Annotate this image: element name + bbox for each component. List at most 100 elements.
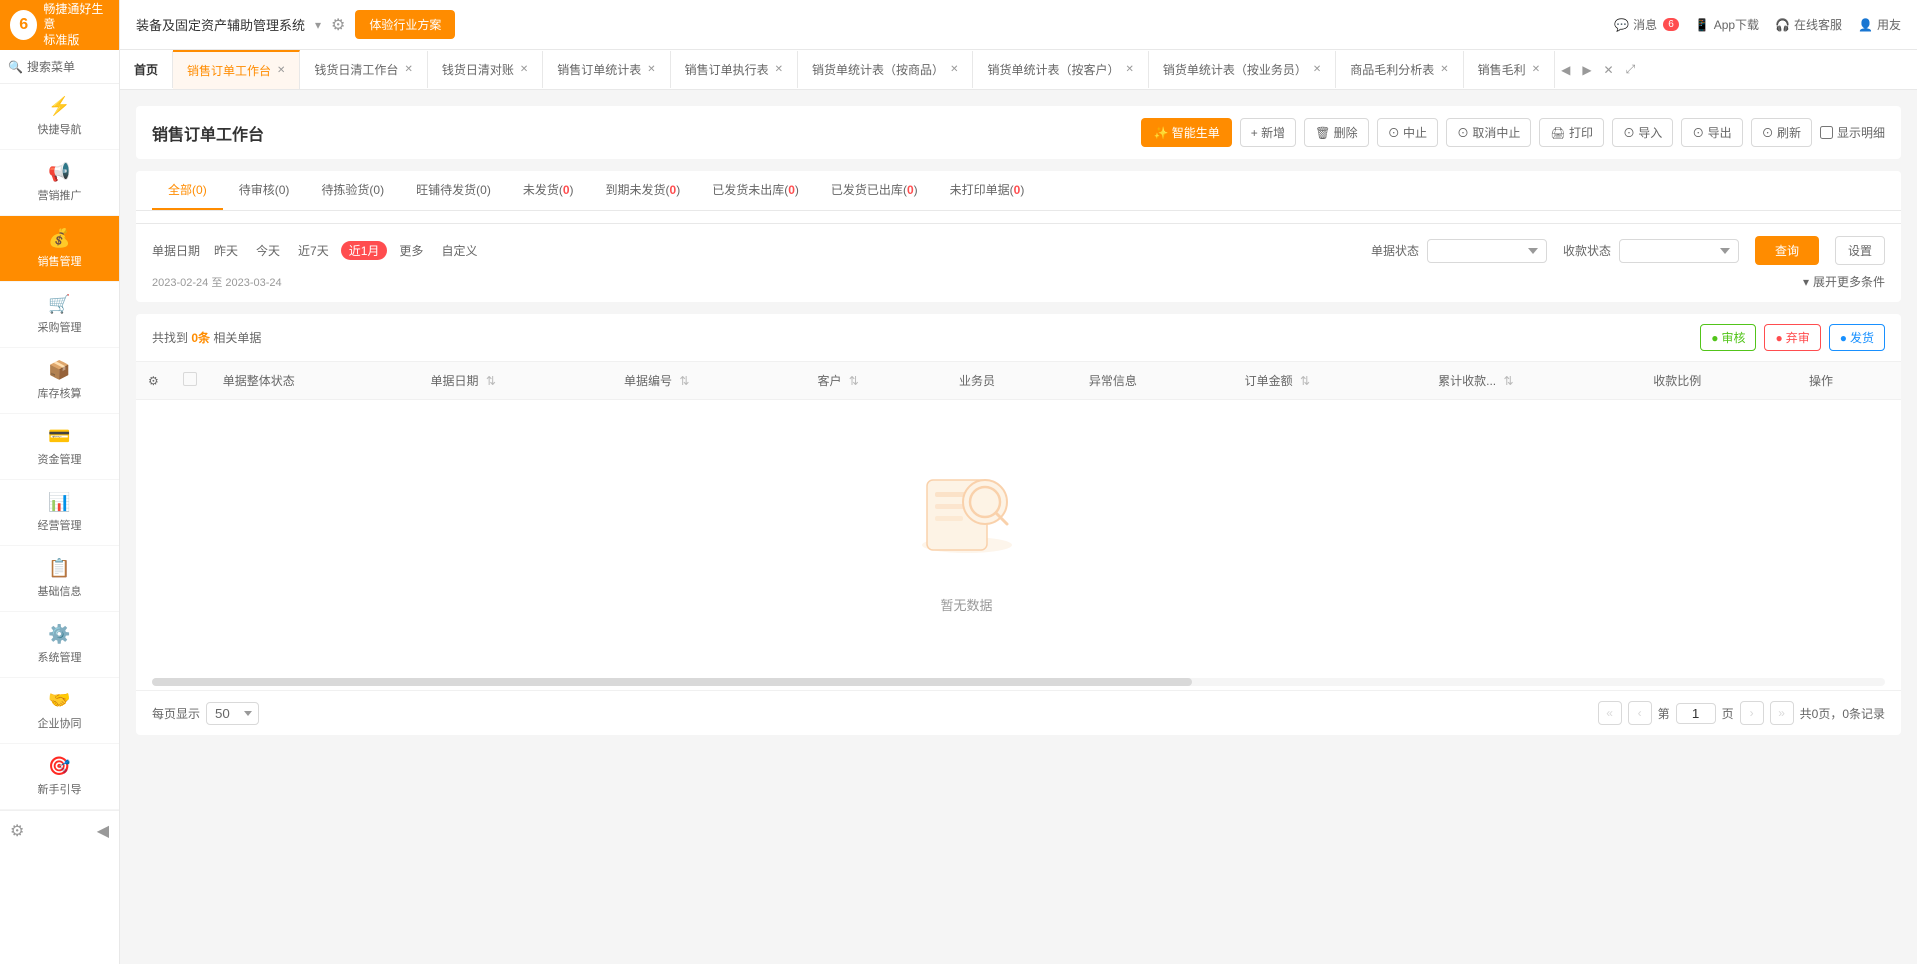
batch-audit-button[interactable]: ● 审核 [1700,324,1756,351]
online-service-item[interactable]: 🎧 在线客服 [1775,16,1842,33]
system-dropdown[interactable]: ▾ [315,18,321,32]
date-opt-custom[interactable]: 自定义 [435,240,483,261]
tab-close-stats-product[interactable]: ✕ [950,64,958,75]
sidebar-search[interactable]: 🔍 搜索菜单 [0,50,119,84]
tab-nav-prev[interactable]: ◀ [1555,55,1576,85]
industry-button[interactable]: 体验行业方案 [355,10,455,39]
smart-generate-button[interactable]: ✨ 智能生单 [1141,118,1231,147]
tab-gross-profit[interactable]: 商品毛利分析表 ✕ [1336,51,1463,88]
sidebar-item-guide[interactable]: 🎯 新手引导 [0,744,119,810]
tab-sales-stats-staff[interactable]: 销货单统计表（按业务员） ✕ [1149,51,1336,88]
print-button[interactable]: 🖨 打印 [1539,118,1604,147]
tab-close-cash-reconcile[interactable]: ✕ [520,64,528,75]
col-collected[interactable]: 累计收款... ⇅ [1426,362,1641,400]
tab-maximize[interactable]: ⤢ [1620,54,1642,85]
col-doc-status[interactable]: 单据整体状态 [211,362,419,400]
tab-nav-next[interactable]: ▶ [1576,55,1597,85]
tab-close-sales-workbench[interactable]: ✕ [277,65,285,76]
sub-tab-all[interactable]: 全部(0) [152,171,223,210]
sidebar-item-marketing[interactable]: 📢 营销推广 [0,150,119,216]
status-select[interactable] [1427,239,1547,263]
sub-tab-not-printed[interactable]: 未打印单据(0) [934,171,1041,210]
tab-cash-reconcile[interactable]: 钱货日清对账 ✕ [428,51,543,88]
tab-close-sales-exec[interactable]: ✕ [775,64,783,75]
col-doc-no[interactable]: 单据编号 ⇅ [612,362,805,400]
col-amount[interactable]: 订单金额 ⇅ [1233,362,1426,400]
col-checkbox[interactable] [171,362,211,400]
tab-close-stats-staff[interactable]: ✕ [1313,64,1321,75]
collapse-icon[interactable]: ◀ [97,821,109,841]
col-customer[interactable]: 客户 ⇅ [805,362,947,400]
prev-page-btn[interactable]: ‹ [1628,701,1652,725]
date-opt-7days[interactable]: 近7天 [292,240,335,261]
col-doc-date[interactable]: 单据日期 ⇅ [419,362,612,400]
date-opt-month[interactable]: 近1月 [341,241,388,260]
page-size-select[interactable]: 10 20 50 100 [206,702,259,725]
tab-close-sales-gross[interactable]: ✕ [1532,64,1540,75]
sidebar-item-enterprise[interactable]: 🤝 企业协同 [0,678,119,744]
export-button[interactable]: ⊙ 导出 [1681,118,1742,147]
scrollbar-thumb[interactable] [152,678,1192,686]
setting-button[interactable]: 设置 [1835,236,1885,265]
import-button[interactable]: ⊙ 导入 [1612,118,1673,147]
sidebar-item-finance[interactable]: 💳 资金管理 [0,414,119,480]
date-opt-today[interactable]: 今天 [250,240,286,261]
expand-conditions[interactable]: ▾ 展开更多条件 [1803,273,1885,290]
tab-sales-gross[interactable]: 销售毛利 ✕ [1464,51,1555,88]
cancel-stop-button[interactable]: ⊙ 取消中止 [1446,118,1531,147]
sub-tab-not-shipped[interactable]: 未发货(0) [507,171,590,210]
tab-close-all[interactable]: ✕ [1598,55,1620,85]
tab-home[interactable]: 首页 [120,51,173,88]
sub-tab-shipped-not-out[interactable]: 已发货未出库(0) [696,171,815,210]
tab-sales-stats-customer[interactable]: 销货单统计表（按客户） ✕ [973,51,1148,88]
show-detail-checkbox[interactable] [1820,126,1833,139]
col-settings[interactable]: ⚙ [136,362,171,400]
select-all-checkbox[interactable] [183,372,197,386]
app-download-item[interactable]: 📱 App下载 [1695,16,1759,33]
show-detail-label[interactable]: 显示明细 [1820,124,1885,141]
settings-icon[interactable]: ⚙ [10,821,24,841]
tab-sales-exec[interactable]: 销售订单执行表 ✕ [671,51,798,88]
date-opt-more[interactable]: 更多 [393,240,429,261]
query-button[interactable]: 查询 [1755,236,1819,265]
tab-close-sales-stats[interactable]: ✕ [647,64,655,75]
user-item[interactable]: 👤 用友 [1858,16,1901,33]
tab-close-gross-profit[interactable]: ✕ [1440,64,1448,75]
refresh-button[interactable]: ⊙ 刷新 [1751,118,1812,147]
sub-tab-expired[interactable]: 到期未发货(0) [590,171,697,210]
tab-cash-daily[interactable]: 钱货日清工作台 ✕ [300,51,427,88]
page-number-input[interactable] [1676,703,1716,724]
message-item[interactable]: 💬 消息 6 [1614,16,1679,33]
fake-scrollbar[interactable] [152,678,1885,686]
next-page-btn[interactable]: › [1740,701,1764,725]
col-payment-ratio[interactable]: 收款比例 [1641,362,1797,400]
col-salesperson[interactable]: 业务员 [947,362,1077,400]
sidebar-item-basic[interactable]: 📋 基础信息 [0,546,119,612]
new-button[interactable]: + 新增 [1240,118,1296,147]
tab-sales-stats[interactable]: 销售订单统计表 ✕ [543,51,670,88]
sidebar-item-inventory[interactable]: 📦 库存核算 [0,348,119,414]
tab-sales-workbench[interactable]: 销售订单工作台 ✕ [173,50,300,89]
sub-tab-shipped-out[interactable]: 已发货已出库(0) [815,171,934,210]
last-page-btn[interactable]: » [1770,701,1794,725]
sub-tab-pending-inspect[interactable]: 待拣验货(0) [305,171,400,210]
sidebar-item-sales[interactable]: 💰 销售管理 [0,216,119,282]
tab-sales-stats-product[interactable]: 销货单统计表（按商品） ✕ [798,51,973,88]
tab-close-stats-customer[interactable]: ✕ [1125,64,1133,75]
sub-tab-wangpu[interactable]: 旺铺待发货(0) [400,171,507,210]
first-page-btn[interactable]: « [1598,701,1622,725]
header-gear-icon[interactable]: ⚙ [331,15,345,35]
col-exception[interactable]: 异常信息 [1077,362,1233,400]
batch-ship-button[interactable]: ● 发货 [1829,324,1885,351]
stop-button[interactable]: ⊙ 中止 [1377,118,1438,147]
tab-close-cash-daily[interactable]: ✕ [404,64,412,75]
sidebar-item-nav[interactable]: ⚡ 快捷导航 [0,84,119,150]
payment-select[interactable] [1619,239,1739,263]
sidebar-item-operations[interactable]: 📊 经营管理 [0,480,119,546]
batch-anti-audit-button[interactable]: ● 弃审 [1764,324,1820,351]
sidebar-item-system[interactable]: ⚙️ 系统管理 [0,612,119,678]
sub-tab-pending-review[interactable]: 待审核(0) [223,171,306,210]
delete-button[interactable]: 🗑 删除 [1304,118,1369,147]
date-opt-yesterday[interactable]: 昨天 [208,240,244,261]
sidebar-item-purchase[interactable]: 🛒 采购管理 [0,282,119,348]
